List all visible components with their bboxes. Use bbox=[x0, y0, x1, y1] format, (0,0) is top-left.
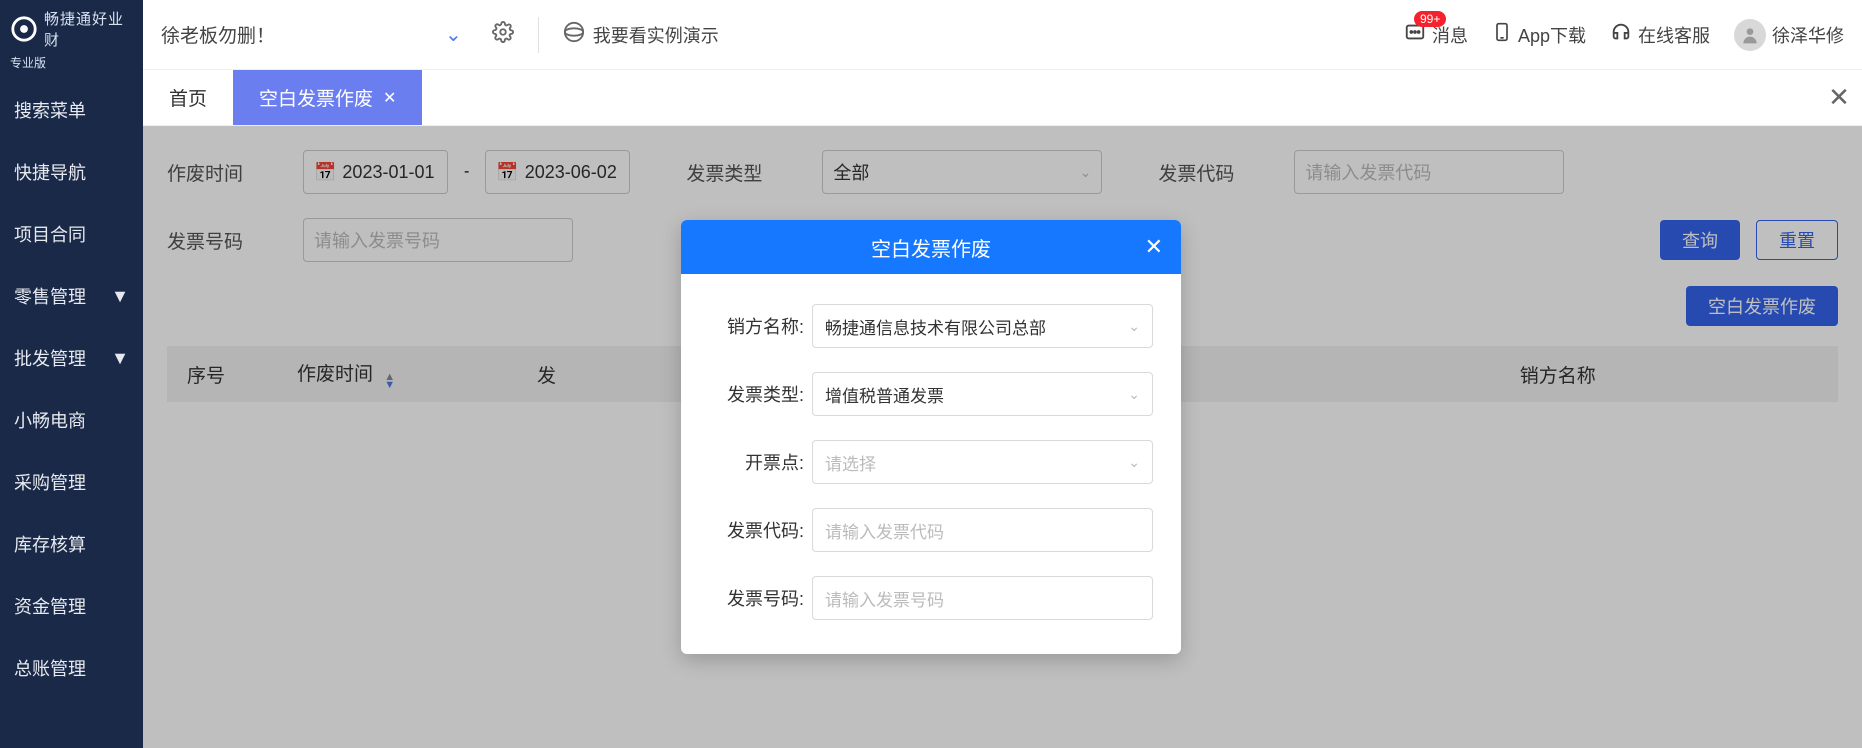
sidebar-item-ledger-mgmt[interactable]: 总账管理 bbox=[0, 637, 143, 699]
void-invoice-modal: 空白发票作废 ✕ 销方名称: 畅捷通信息技术有限公司总部 ⌄ 发票类型: 增值税… bbox=[681, 220, 1181, 654]
app-download-link[interactable]: App下载 bbox=[1492, 21, 1586, 48]
modal-number-input[interactable]: 请输入发票号码 bbox=[812, 576, 1153, 620]
sidebar-item-label: 零售管理 bbox=[14, 283, 86, 309]
chevron-down-icon: ▼ bbox=[111, 286, 129, 307]
sidebar-item-label: 资金管理 bbox=[14, 593, 86, 619]
modal-title: 空白发票作废 bbox=[871, 233, 991, 262]
modal-code-label: 发票代码: bbox=[709, 517, 804, 543]
sidebar-item-quick-nav[interactable]: 快捷导航 bbox=[0, 141, 143, 203]
sidebar-item-label: 总账管理 bbox=[14, 655, 86, 681]
select-value: 畅捷通信息技术有限公司总部 bbox=[825, 314, 1046, 339]
sidebar-item-label: 库存核算 bbox=[14, 531, 86, 557]
avatar bbox=[1734, 19, 1766, 51]
modal-invoice-type-label: 发票类型: bbox=[709, 381, 804, 407]
modal-invoice-type-select[interactable]: 增值税普通发票 ⌄ bbox=[812, 372, 1153, 416]
tab-label: 首页 bbox=[169, 84, 207, 111]
settings-icon[interactable] bbox=[492, 21, 514, 49]
chevron-down-icon: ▼ bbox=[111, 348, 129, 369]
seller-label: 销方名称: bbox=[709, 313, 804, 339]
close-icon[interactable]: ✕ bbox=[383, 88, 396, 108]
customer-service-label: 在线客服 bbox=[1638, 22, 1710, 48]
messages-link[interactable]: 99+ 消息 bbox=[1404, 21, 1468, 48]
org-selector-text: 徐老板勿删！ bbox=[161, 21, 421, 48]
close-all-tabs[interactable]: ✕ bbox=[1816, 70, 1862, 125]
org-selector-arrow[interactable]: ⌄ bbox=[445, 22, 462, 47]
globe-icon bbox=[563, 21, 585, 48]
brand-name: 畅捷通好业财 bbox=[44, 8, 133, 50]
sidebar-item-retail-mgmt[interactable]: 零售管理 ▼ bbox=[0, 265, 143, 327]
tab-blank-invoice-void[interactable]: 空白发票作废 ✕ bbox=[233, 70, 422, 125]
modal-code-input[interactable]: 请输入发票代码 bbox=[812, 508, 1153, 552]
sidebar-item-inventory-calc[interactable]: 库存核算 bbox=[0, 513, 143, 575]
select-value: 增值税普通发票 bbox=[825, 382, 944, 407]
phone-icon bbox=[1492, 21, 1512, 48]
input-placeholder: 请输入发票号码 bbox=[825, 586, 944, 611]
sidebar-item-project-contract[interactable]: 项目合同 bbox=[0, 203, 143, 265]
sidebar-item-wholesale-mgmt[interactable]: 批发管理 ▼ bbox=[0, 327, 143, 389]
messages-badge: 99+ bbox=[1414, 11, 1446, 27]
header: 徐老板勿删！ ⌄ 我要看实例演示 99+ 消息 App下载 在线客服 bbox=[143, 0, 1862, 70]
chevron-down-icon: ⌄ bbox=[1128, 318, 1140, 335]
tab-home[interactable]: 首页 bbox=[143, 70, 233, 125]
sidebar-item-label: 项目合同 bbox=[14, 221, 86, 247]
brand-edition: 专业版 bbox=[0, 54, 143, 79]
customer-service-link[interactable]: 在线客服 bbox=[1610, 21, 1710, 48]
tabs-bar: 首页 空白发票作废 ✕ ✕ bbox=[143, 70, 1862, 126]
app-download-label: App下载 bbox=[1518, 22, 1586, 48]
sidebar-item-label: 批发管理 bbox=[14, 345, 86, 371]
divider bbox=[538, 17, 539, 53]
demo-link-label: 我要看实例演示 bbox=[593, 22, 719, 48]
modal-body: 销方名称: 畅捷通信息技术有限公司总部 ⌄ 发票类型: 增值税普通发票 ⌄ 开票… bbox=[681, 274, 1181, 654]
sidebar-item-label: 搜索菜单 bbox=[14, 97, 86, 123]
billing-point-select[interactable]: 请选择 ⌄ bbox=[812, 440, 1153, 484]
chevron-down-icon: ⌄ bbox=[1128, 386, 1140, 403]
sidebar-item-label: 小畅电商 bbox=[14, 407, 86, 433]
brand-logo: 畅捷通好业财 bbox=[0, 0, 143, 54]
sidebar-item-fund-mgmt[interactable]: 资金管理 bbox=[0, 575, 143, 637]
sidebar: 畅捷通好业财 专业版 搜索菜单 快捷导航 项目合同 零售管理 ▼ 批发管理 ▼ 小畅… bbox=[0, 0, 143, 748]
headset-icon bbox=[1610, 21, 1632, 48]
sidebar-item-search-menu[interactable]: 搜索菜单 bbox=[0, 79, 143, 141]
brand-icon bbox=[10, 14, 38, 44]
sidebar-item-label: 快捷导航 bbox=[14, 159, 86, 185]
sidebar-item-ecommerce[interactable]: 小畅电商 bbox=[0, 389, 143, 451]
billing-point-label: 开票点: bbox=[709, 449, 804, 475]
modal-header: 空白发票作废 ✕ bbox=[681, 220, 1181, 274]
seller-select[interactable]: 畅捷通信息技术有限公司总部 ⌄ bbox=[812, 304, 1153, 348]
demo-link[interactable]: 我要看实例演示 bbox=[563, 21, 719, 48]
chevron-down-icon: ⌄ bbox=[1128, 454, 1140, 471]
modal-close-button[interactable]: ✕ bbox=[1145, 234, 1163, 260]
user-menu[interactable]: 徐泽华修 bbox=[1734, 19, 1844, 51]
user-name: 徐泽华修 bbox=[1772, 22, 1844, 48]
sidebar-item-purchase-mgmt[interactable]: 采购管理 bbox=[0, 451, 143, 513]
sidebar-item-label: 采购管理 bbox=[14, 469, 86, 495]
input-placeholder: 请输入发票代码 bbox=[825, 518, 944, 543]
modal-number-label: 发票号码: bbox=[709, 585, 804, 611]
tab-label: 空白发票作废 bbox=[259, 84, 373, 111]
select-placeholder: 请选择 bbox=[825, 450, 876, 475]
